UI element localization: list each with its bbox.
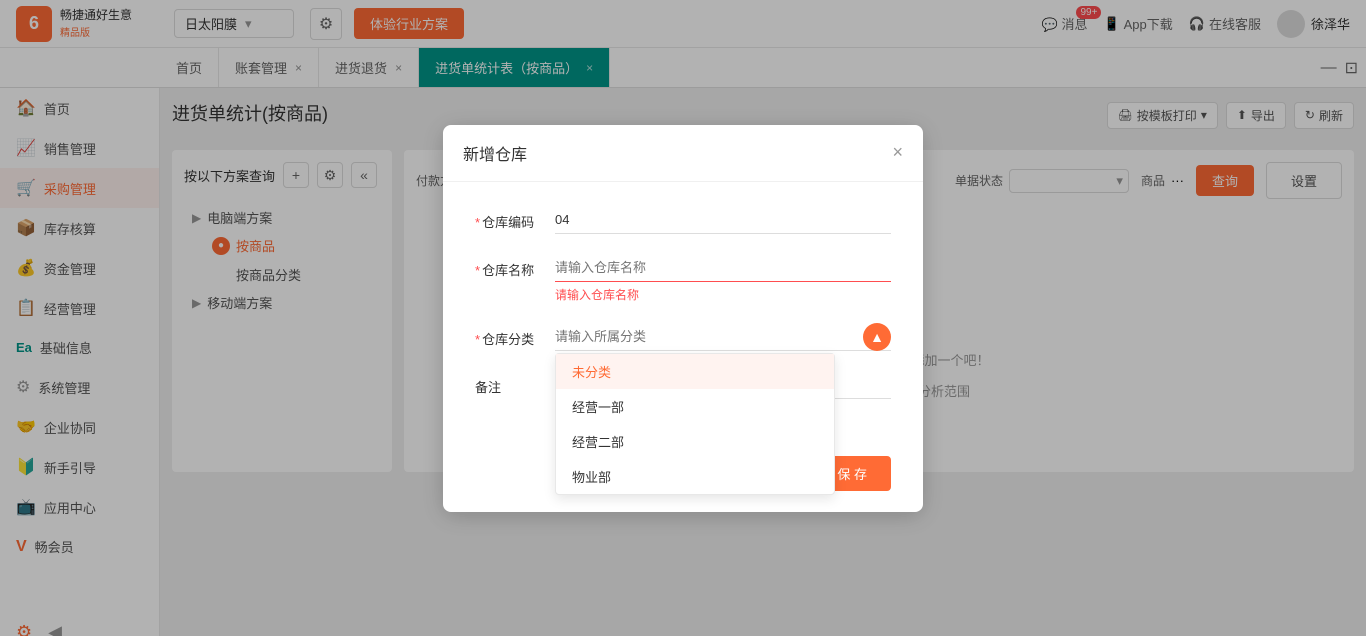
form-row-name: 仓库名称 请输入仓库名称 xyxy=(475,254,891,303)
name-error-msg: 请输入仓库名称 xyxy=(555,286,891,303)
category-input-wrap: ▲ xyxy=(555,323,891,351)
category-input[interactable] xyxy=(555,323,891,351)
form-row-category: 仓库分类 ▲ 未分类 经营一部 经营二部 物业部 xyxy=(475,323,891,351)
modal-add-warehouse: 新增仓库 × 仓库编码 仓库名称 请输入仓库名称 仓库分类 xyxy=(443,125,923,512)
category-option-unclassified[interactable]: 未分类 xyxy=(556,354,834,389)
category-option-dept1[interactable]: 经营一部 xyxy=(556,389,834,424)
code-control xyxy=(555,206,891,234)
modal-overlay[interactable]: 新增仓库 × 仓库编码 仓库名称 请输入仓库名称 仓库分类 xyxy=(0,0,1366,636)
modal-close-button[interactable]: × xyxy=(892,142,903,163)
code-input[interactable] xyxy=(555,206,891,234)
category-option-dept2[interactable]: 经营二部 xyxy=(556,424,834,459)
modal-body: 仓库编码 仓库名称 请输入仓库名称 仓库分类 ▲ xyxy=(443,182,923,443)
name-input[interactable] xyxy=(555,254,891,282)
form-row-code: 仓库编码 xyxy=(475,206,891,234)
category-label: 仓库分类 xyxy=(475,323,555,348)
category-toggle-button[interactable]: ▲ xyxy=(863,323,891,351)
category-dropdown: 未分类 经营一部 经营二部 物业部 xyxy=(555,353,835,495)
category-control: ▲ 未分类 经营一部 经营二部 物业部 xyxy=(555,323,891,351)
modal-header: 新增仓库 × xyxy=(443,125,923,182)
category-option-property[interactable]: 物业部 xyxy=(556,459,834,494)
name-label: 仓库名称 xyxy=(475,254,555,279)
note-label: 备注 xyxy=(475,371,555,396)
code-label: 仓库编码 xyxy=(475,206,555,231)
modal-title: 新增仓库 xyxy=(463,141,527,165)
name-control: 请输入仓库名称 xyxy=(555,254,891,303)
